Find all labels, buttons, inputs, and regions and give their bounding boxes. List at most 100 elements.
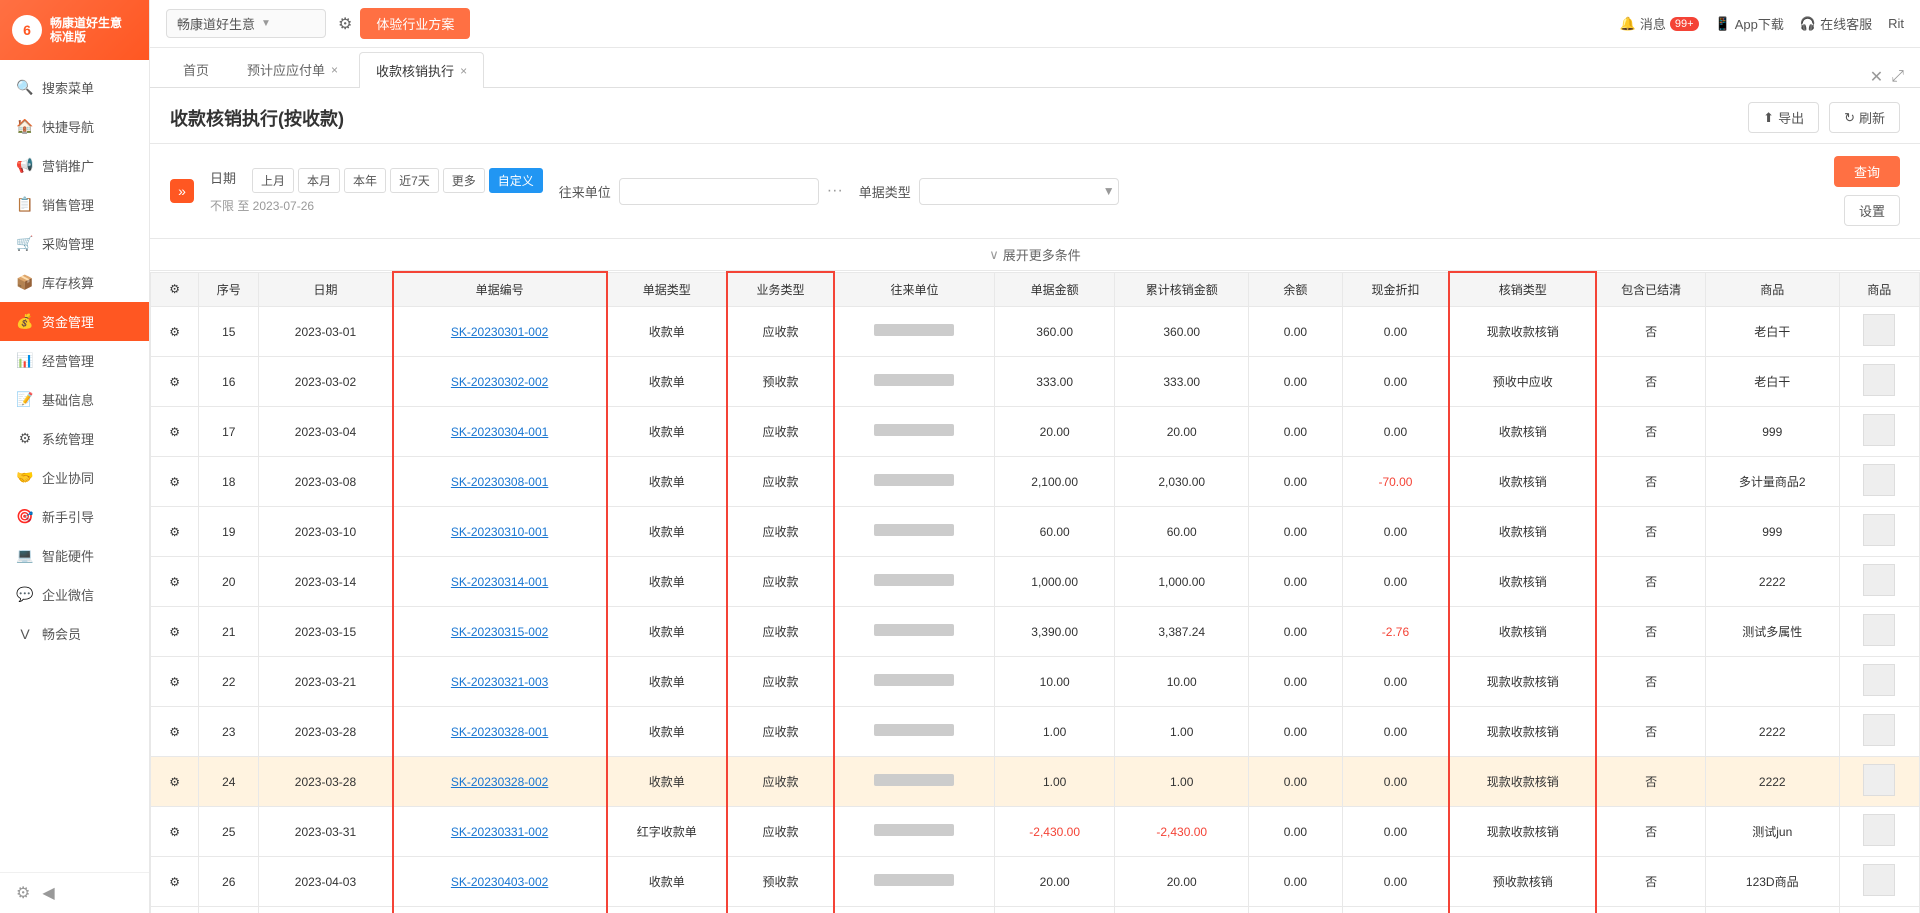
cell-gear[interactable]: ⚙ xyxy=(151,607,199,657)
table-row: ⚙ 17 2023-03-04 SK-20230304-001 收款单 应收款 … xyxy=(151,407,1920,457)
sidebar-icon-5: 📦 xyxy=(16,274,34,291)
cell-goods-img xyxy=(1839,307,1919,357)
cell-gear[interactable]: ⚙ xyxy=(151,507,199,557)
sidebar-item-0[interactable]: 🔍搜索菜单 xyxy=(0,68,149,107)
cell-doc-type: 收款单 xyxy=(607,457,727,507)
doc-no-link[interactable]: SK-20230331-002 xyxy=(451,825,548,839)
cell-date: 2023-03-01 xyxy=(259,307,393,357)
filter-this-year-btn[interactable]: 本年 xyxy=(344,168,386,193)
sidebar-item-3[interactable]: 📋销售管理 xyxy=(0,185,149,224)
solution-button[interactable]: 体验行业方案 xyxy=(360,8,470,39)
sidebar-item-8[interactable]: 📝基础信息 xyxy=(0,380,149,419)
tab-close-all-icon[interactable]: ✕ xyxy=(1870,67,1883,87)
doc-no-link[interactable]: SK-20230403-002 xyxy=(451,875,548,889)
user-menu[interactable]: Rit xyxy=(1888,16,1904,31)
cell-gear[interactable]: ⚙ xyxy=(151,557,199,607)
sidebar-item-14[interactable]: V畅会员 xyxy=(0,614,149,653)
filter-7days-btn[interactable]: 近7天 xyxy=(390,168,439,193)
cell-balance: 0.00 xyxy=(1249,357,1343,407)
doc-no-link[interactable]: SK-20230328-001 xyxy=(451,725,548,739)
cell-gear[interactable]: ⚙ xyxy=(151,407,199,457)
filter-custom-btn[interactable]: 自定义 xyxy=(489,168,543,193)
export-button[interactable]: ⬆ 导出 xyxy=(1748,102,1819,133)
cell-gear[interactable]: ⚙ xyxy=(151,307,199,357)
tab-collection-close[interactable]: × xyxy=(460,64,467,78)
col-biz-type: 业务类型 xyxy=(727,272,834,307)
cell-doc-no: SK-20230301-002 xyxy=(393,307,607,357)
cell-gear[interactable]: ⚙ xyxy=(151,807,199,857)
tab-home[interactable]: 首页 xyxy=(166,51,226,87)
tab-expand-icon[interactable]: ⤢ xyxy=(1891,68,1904,86)
filter-last-month-btn[interactable]: 上月 xyxy=(252,168,294,193)
table-row: ⚙ 21 2023-03-15 SK-20230315-002 收款单 应收款 … xyxy=(151,607,1920,657)
tab-collection[interactable]: 收款核销执行 × xyxy=(359,52,484,88)
cell-gear[interactable]: ⚙ xyxy=(151,707,199,757)
cell-doc-type: 收款单 xyxy=(607,407,727,457)
sidebar-item-11[interactable]: 🎯新手引导 xyxy=(0,497,149,536)
query-button[interactable]: 查询 xyxy=(1834,156,1900,187)
cell-doc-no: SK-20230314-001 xyxy=(393,557,607,607)
cell-goods-img xyxy=(1839,557,1919,607)
sidebar-item-6[interactable]: 💰资金管理 xyxy=(0,302,149,341)
online-service-button[interactable]: 🎧 在线客服 xyxy=(1800,14,1872,33)
filter-toggle-button[interactable]: » xyxy=(170,179,194,203)
collapse-footer-icon[interactable]: ◀ xyxy=(42,883,54,903)
cell-incl-settled: 否 xyxy=(1596,907,1705,913)
cell-cash-discount: 0.00 xyxy=(1342,507,1449,557)
doc-no-link[interactable]: SK-20230304-001 xyxy=(451,425,548,439)
cell-gear[interactable]: ⚙ xyxy=(151,657,199,707)
filter-this-month-btn[interactable]: 本月 xyxy=(298,168,340,193)
doc-no-link[interactable]: SK-20230321-003 xyxy=(451,675,548,689)
tab-payable-close[interactable]: × xyxy=(331,63,338,77)
cell-biz-type: 应收款 xyxy=(727,507,834,557)
cell-balance: 0.00 xyxy=(1249,807,1343,857)
doc-no-link[interactable]: SK-20230310-001 xyxy=(451,525,548,539)
sidebar-item-7[interactable]: 📊经营管理 xyxy=(0,341,149,380)
sidebar-item-4[interactable]: 🛒采购管理 xyxy=(0,224,149,263)
sidebar-item-12[interactable]: 💻智能硬件 xyxy=(0,536,149,575)
topbar-gear-icon[interactable]: ⚙ xyxy=(338,14,352,34)
cell-goods: 999 xyxy=(1705,407,1839,457)
sidebar-item-13[interactable]: 💬企业微信 xyxy=(0,575,149,614)
sidebar-item-9[interactable]: ⚙系统管理 xyxy=(0,419,149,458)
filter-dots[interactable]: ··· xyxy=(827,182,843,200)
topbar-title-area[interactable]: 畅康道好生意 ▼ xyxy=(166,9,326,38)
settings-footer-icon[interactable]: ⚙ xyxy=(16,883,30,903)
col-gear[interactable]: ⚙ xyxy=(151,272,199,307)
table-row: ⚙ 19 2023-03-10 SK-20230310-001 收款单 应收款 … xyxy=(151,507,1920,557)
table-row: ⚙ 26 2023-04-03 SK-20230403-002 收款单 预收款 … xyxy=(151,857,1920,907)
messages-button[interactable]: 🔔 消息 99+ xyxy=(1620,14,1699,33)
expand-more-bar[interactable]: ∨ 展开更多条件 xyxy=(150,239,1920,271)
filter-voucher-group: 单据类型 ▼ xyxy=(859,178,1115,205)
cell-gear[interactable]: ⚙ xyxy=(151,457,199,507)
cell-gear[interactable]: ⚙ xyxy=(151,357,199,407)
tab-payable[interactable]: 预计应应付单 × xyxy=(230,51,355,87)
filter-partner-input[interactable] xyxy=(619,178,819,205)
sidebar-icon-3: 📋 xyxy=(16,196,34,213)
cell-doc-no: SK-20230403-002 xyxy=(393,857,607,907)
sidebar-icon-8: 📝 xyxy=(16,391,34,408)
cell-gear[interactable]: ⚙ xyxy=(151,757,199,807)
sidebar-item-2[interactable]: 📢营销推广 xyxy=(0,146,149,185)
doc-no-link[interactable]: SK-20230315-002 xyxy=(451,625,548,639)
cell-cancel-type: 收款核销 xyxy=(1449,607,1596,657)
doc-no-link[interactable]: SK-20230308-001 xyxy=(451,475,548,489)
cell-gear[interactable]: ⚙ xyxy=(151,857,199,907)
doc-no-link[interactable]: SK-20230314-001 xyxy=(451,575,548,589)
sidebar-item-1[interactable]: 🏠快捷导航 xyxy=(0,107,149,146)
cell-cash-discount: 0.00 xyxy=(1342,857,1449,907)
doc-no-link[interactable]: SK-20230328-002 xyxy=(451,775,548,789)
sidebar-item-5[interactable]: 📦库存核算 xyxy=(0,263,149,302)
sidebar-label-0: 搜索菜单 xyxy=(42,78,94,97)
sidebar-item-10[interactable]: 🤝企业协同 xyxy=(0,458,149,497)
sidebar-icon-2: 📢 xyxy=(16,157,34,174)
app-download-button[interactable]: 📱 App下载 xyxy=(1715,14,1784,33)
filter-voucher-select[interactable] xyxy=(919,178,1119,205)
doc-no-link[interactable]: SK-20230301-002 xyxy=(451,325,548,339)
setting-button[interactable]: 设置 xyxy=(1844,195,1900,226)
cell-biz-type: 应收款 xyxy=(727,557,834,607)
refresh-button[interactable]: ↻ 刷新 xyxy=(1829,102,1900,133)
cell-gear[interactable]: ⚙ xyxy=(151,907,199,913)
filter-more-btn[interactable]: 更多 xyxy=(443,168,485,193)
doc-no-link[interactable]: SK-20230302-002 xyxy=(451,375,548,389)
